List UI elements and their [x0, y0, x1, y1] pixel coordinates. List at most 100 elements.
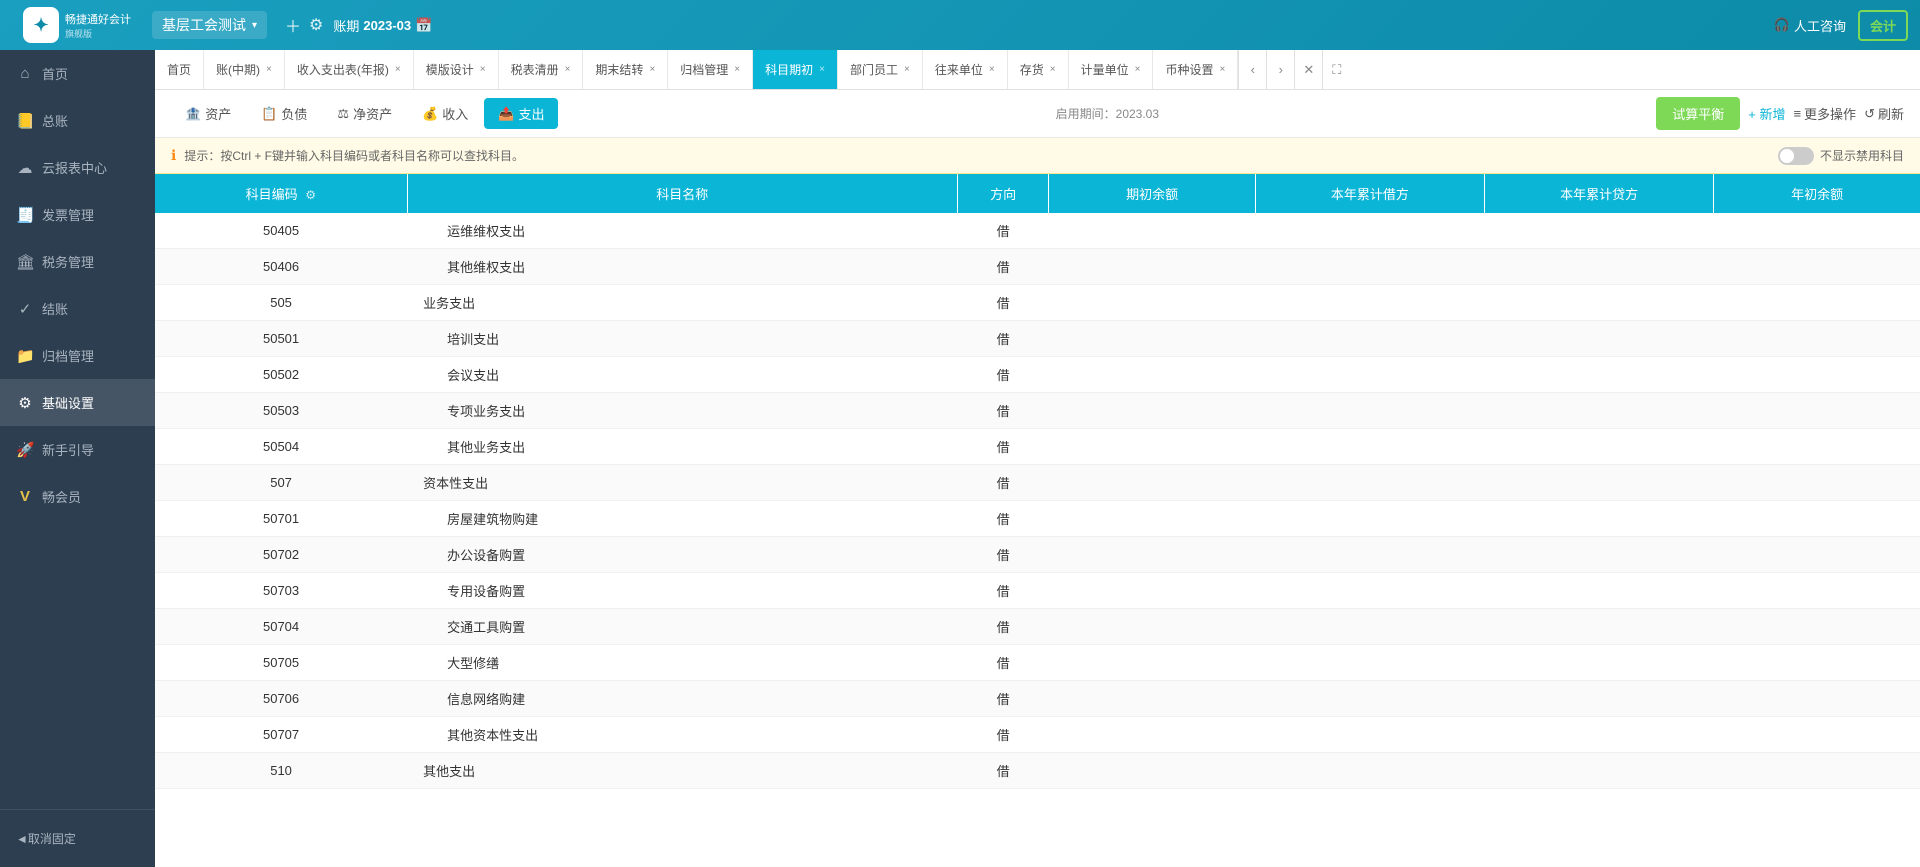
sidebar-item-member[interactable]: V 畅会员 — [0, 473, 155, 520]
cell-code: 50504 — [155, 429, 407, 465]
sidebar-item-ledger[interactable]: 📒 总账 — [0, 97, 155, 144]
service-button[interactable]: 🎧 人工咨询 — [1774, 16, 1846, 35]
table-row[interactable]: 507资本性支出借 — [155, 465, 1920, 501]
balance-button[interactable]: 试算平衡 — [1656, 97, 1740, 130]
tab-inventory[interactable]: 存货 × — [1008, 50, 1069, 89]
cell-credit — [1484, 609, 1713, 645]
tab-period-end[interactable]: 期末结转 × — [583, 50, 668, 89]
cell-year-open — [1714, 357, 1920, 393]
tab-nav-left[interactable]: ‹ — [1238, 50, 1266, 89]
table-row[interactable]: 50405运维维权支出借 — [155, 213, 1920, 249]
sidebar-item-archive[interactable]: 📁 归档管理 — [0, 332, 155, 379]
tab-maximize[interactable]: ⛶ — [1322, 50, 1350, 89]
cell-name: 房屋建筑物购建 — [407, 501, 957, 537]
sidebar-item-settings[interactable]: ⚙ 基础设置 — [0, 379, 155, 426]
tab-close-template[interactable]: × — [480, 64, 486, 75]
table-row[interactable]: 50504其他业务支出借 — [155, 429, 1920, 465]
tab-dept[interactable]: 部门员工 × — [838, 50, 923, 89]
add-tab-icon[interactable]: ＋ — [285, 13, 301, 37]
cell-direction: 借 — [957, 717, 1049, 753]
member-icon: V — [16, 488, 34, 505]
sidebar-item-tax[interactable]: 🏛 税务管理 — [0, 238, 155, 285]
tab-subject-init[interactable]: 科目期初 × — [753, 50, 838, 89]
tab-period[interactable]: 账(中期) × — [204, 50, 285, 89]
table-row[interactable]: 50707其他资本性支出借 — [155, 717, 1920, 753]
settings-icon[interactable]: ⚙ — [309, 15, 323, 35]
tab-nav-right[interactable]: › — [1266, 50, 1294, 89]
guide-icon: 🚀 — [16, 441, 34, 459]
tab-currency[interactable]: 币种设置 × — [1153, 50, 1238, 89]
add-button[interactable]: + 新增 — [1748, 104, 1785, 123]
calendar-icon[interactable]: 📅 — [415, 17, 432, 34]
table-row[interactable]: 50702办公设备购置借 — [155, 537, 1920, 573]
sidebar-item-checkout[interactable]: ✓ 结账 — [0, 285, 155, 332]
tab-close-subject-init[interactable]: × — [819, 64, 825, 75]
sidebar-item-home[interactable]: ⌂ 首页 — [0, 50, 155, 97]
tab-close-all[interactable]: ✕ — [1294, 50, 1322, 89]
subject-table[interactable]: 科目编码 ⚙ 科目名称 方向 期初余额 本年累计借方 本年累计贷方 年初余额 5… — [155, 174, 1920, 867]
subtab-netasset[interactable]: ⚖ 净资产 — [323, 98, 406, 129]
company-selector[interactable]: 基层工会测试 ▾ — [152, 11, 267, 39]
tab-label-tax: 税表清册 — [511, 61, 559, 78]
sidebar-item-reports[interactable]: ☁ 云报表中心 — [0, 144, 155, 191]
tab-close-tax[interactable]: × — [565, 64, 571, 75]
table-row[interactable]: 50704交通工具购置借 — [155, 609, 1920, 645]
tab-archive[interactable]: 归档管理 × — [668, 50, 753, 89]
table-row[interactable]: 50503专项业务支出借 — [155, 393, 1920, 429]
cell-year-open — [1714, 645, 1920, 681]
cell-credit — [1484, 753, 1713, 789]
tab-home[interactable]: 首页 — [155, 50, 204, 89]
cancel-fixed-button[interactable]: ◄取消固定 — [0, 820, 155, 857]
subtab-income[interactable]: 💰 收入 — [408, 98, 482, 129]
tab-close-income[interactable]: × — [395, 64, 401, 75]
tab-close-period-end[interactable]: × — [649, 64, 655, 75]
tab-close-dept[interactable]: × — [904, 64, 910, 75]
refresh-button[interactable]: ↺ 刷新 — [1864, 104, 1904, 123]
col-debit: 本年累计借方 — [1255, 174, 1484, 213]
subtab-expense[interactable]: 📤 支出 — [484, 98, 558, 129]
cell-opening — [1049, 213, 1255, 249]
column-settings-icon[interactable]: ⚙ — [305, 188, 316, 202]
table-row[interactable]: 50502会议支出借 — [155, 357, 1920, 393]
tab-close-currency[interactable]: × — [1219, 64, 1225, 75]
cell-opening — [1049, 681, 1255, 717]
tab-income[interactable]: 收入支出表(年报) × — [285, 50, 414, 89]
subtab-asset[interactable]: 🏦 资产 — [171, 98, 245, 129]
cell-opening — [1049, 573, 1255, 609]
table-row[interactable]: 50406其他维权支出借 — [155, 249, 1920, 285]
more-button[interactable]: ≡ 更多操作 — [1793, 104, 1856, 123]
expense-icon: 📤 — [498, 106, 514, 122]
cell-name: 交通工具购置 — [407, 609, 957, 645]
cell-opening — [1049, 717, 1255, 753]
table-row[interactable]: 50703专用设备购置借 — [155, 573, 1920, 609]
table-row[interactable]: 50705大型修缮借 — [155, 645, 1920, 681]
table-row[interactable]: 505业务支出借 — [155, 285, 1920, 321]
tab-close-unit[interactable]: × — [989, 64, 995, 75]
tab-measure[interactable]: 计量单位 × — [1069, 50, 1154, 89]
app-name: 畅捷通好会计 — [65, 11, 131, 27]
cell-credit — [1484, 465, 1713, 501]
sidebar-item-invoice[interactable]: 🧾 发票管理 — [0, 191, 155, 238]
sidebar-item-guide[interactable]: 🚀 新手引导 — [0, 426, 155, 473]
toggle-area: 不显示禁用科目 — [1778, 147, 1904, 165]
tab-template[interactable]: 模版设计 × — [414, 50, 499, 89]
toggle-disabled[interactable] — [1778, 147, 1814, 165]
cell-credit — [1484, 645, 1713, 681]
tab-label-subject-init: 科目期初 — [765, 61, 813, 78]
tab-close-archive[interactable]: × — [734, 64, 740, 75]
tab-unit[interactable]: 往来单位 × — [923, 50, 1008, 89]
tab-label-period: 账(中期) — [216, 61, 260, 78]
tab-tax[interactable]: 税表清册 × — [499, 50, 584, 89]
table-row[interactable]: 50501培训支出借 — [155, 321, 1920, 357]
hint-bar: ℹ 提示：按Ctrl + F键并输入科目编码或者科目名称可以查找科目。 不显示禁… — [155, 138, 1920, 174]
tab-close-measure[interactable]: × — [1135, 64, 1141, 75]
table-row[interactable]: 50706信息网络购建借 — [155, 681, 1920, 717]
hint-text: 提示：按Ctrl + F键并输入科目编码或者科目名称可以查找科目。 — [184, 147, 524, 164]
table-row[interactable]: 510其他支出借 — [155, 753, 1920, 789]
cell-credit — [1484, 249, 1713, 285]
table-row[interactable]: 50701房屋建筑物购建借 — [155, 501, 1920, 537]
account-button[interactable]: 会计 — [1858, 10, 1908, 41]
tab-close-period[interactable]: × — [266, 64, 272, 75]
subtab-liability[interactable]: 📋 负债 — [247, 98, 321, 129]
tab-close-inventory[interactable]: × — [1050, 64, 1056, 75]
